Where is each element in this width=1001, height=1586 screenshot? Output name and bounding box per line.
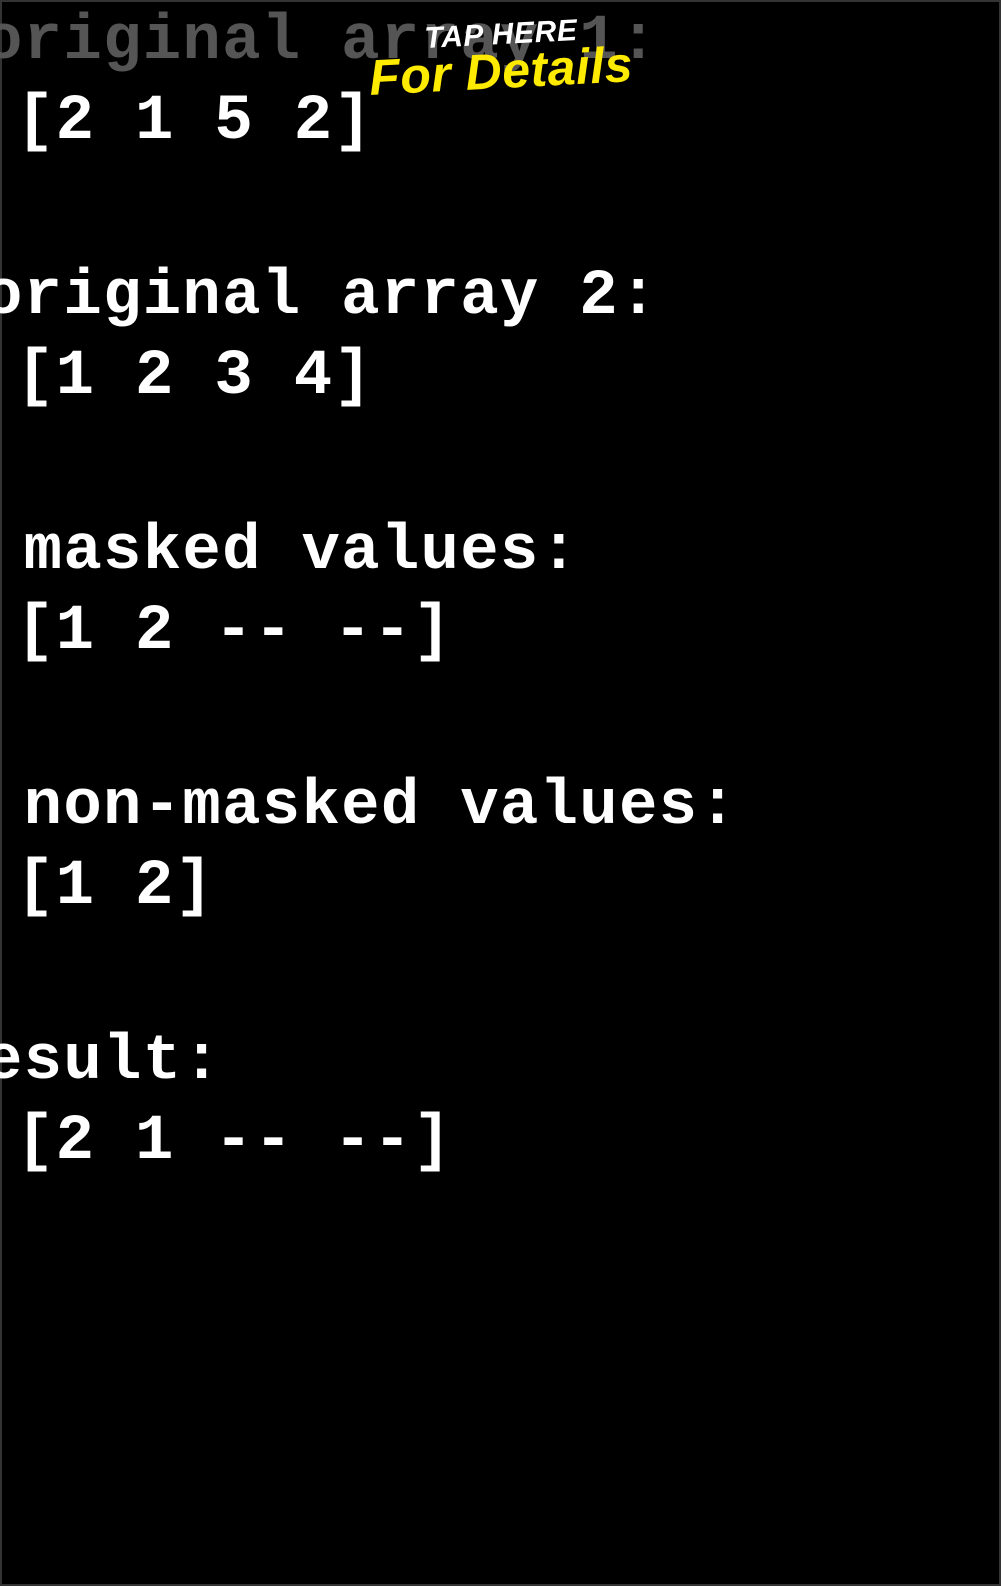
- masked-label: masked values:: [0, 512, 981, 592]
- array2-label: original array 2:: [0, 257, 981, 337]
- array1-value: [2 1 5 2]: [0, 82, 981, 162]
- array2-value: [1 2 3 4]: [0, 337, 981, 417]
- result-value: [2 1 -- --]: [0, 1102, 981, 1182]
- result-label: esult:: [0, 1022, 981, 1102]
- array1-label: original array 1:: [0, 2, 981, 82]
- nonmasked-label: non-masked values:: [0, 767, 981, 847]
- nonmasked-value: [1 2]: [0, 847, 981, 927]
- masked-value: [1 2 -- --]: [0, 592, 981, 672]
- terminal-output: original array 1: [2 1 5 2] original arr…: [0, 2, 981, 1182]
